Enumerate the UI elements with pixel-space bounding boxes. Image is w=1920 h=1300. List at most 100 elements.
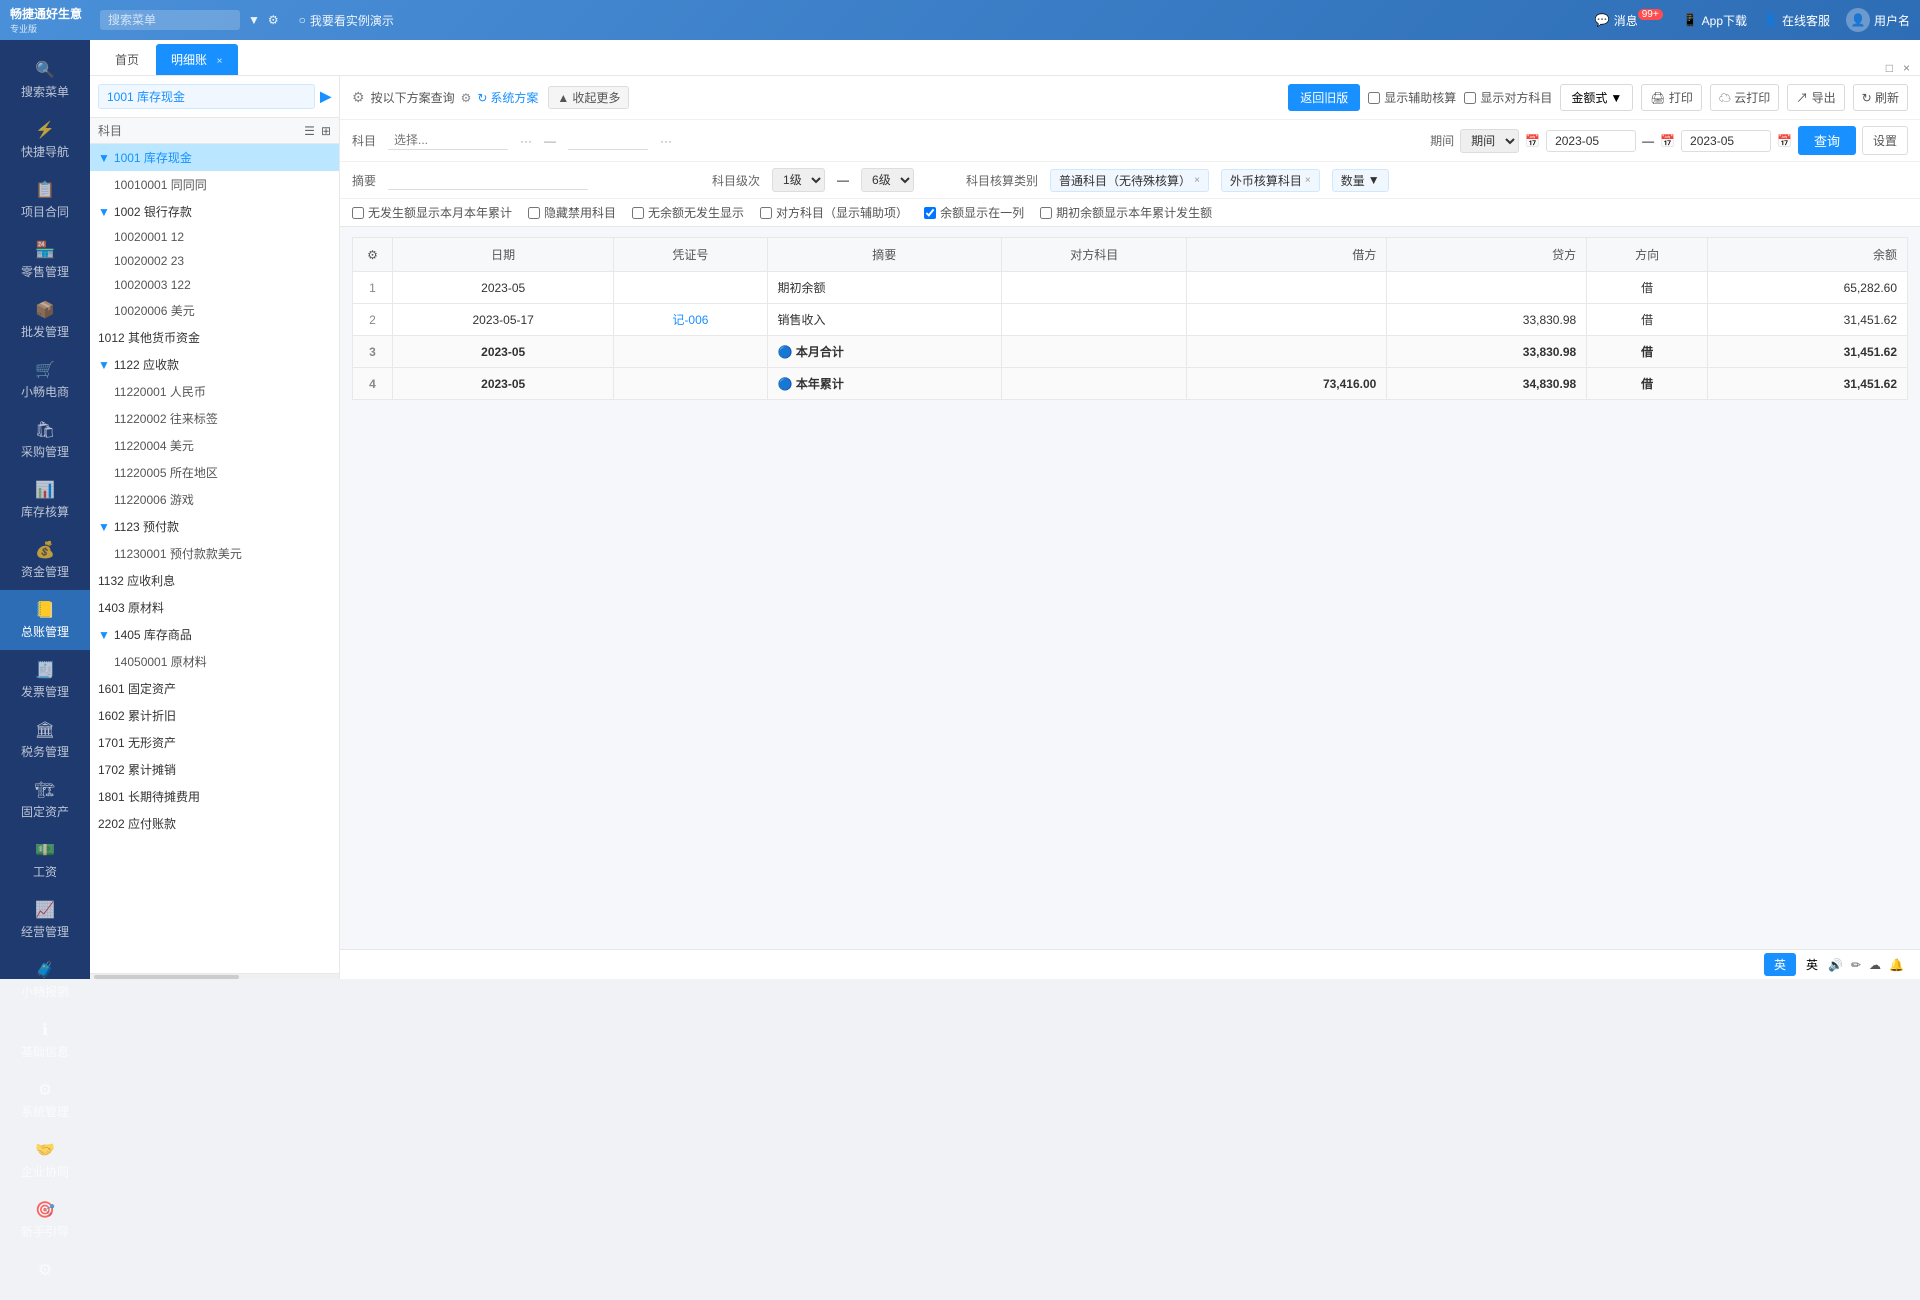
show-opposite-checkbox[interactable]: 显示对方科目 [1464, 89, 1552, 106]
calc-foreign-close-icon[interactable]: × [1305, 175, 1311, 186]
account-item-10010001[interactable]: 10010001 同同同 [90, 171, 339, 198]
account-item-1701[interactable]: 1701 无形资产 [90, 729, 339, 756]
checkbox-hide-disabled[interactable]: 隐藏禁用科目 [528, 204, 616, 221]
sidebar-item-tax-mgmt[interactable]: 🏛 税务管理 [0, 710, 90, 770]
sidebar-item-capital-mgmt[interactable]: 💰 资金管理 [0, 530, 90, 590]
settings-btn[interactable]: 设置 [1862, 126, 1908, 155]
account-item-1601[interactable]: 1601 固定资产 [90, 675, 339, 702]
account-item-11220004[interactable]: 11220004 美元 [90, 432, 339, 459]
account-item-1132[interactable]: 1132 应收利息 [90, 567, 339, 594]
checkbox-no-occur-show[interactable]: 无发生额显示本月本年累计 [352, 204, 512, 221]
query-btn[interactable]: 查询 [1798, 126, 1856, 155]
system-schema-btn[interactable]: ↻ 系统方案 [477, 89, 538, 106]
tab-home[interactable]: 首页 [100, 44, 154, 75]
period-end-input[interactable] [1681, 130, 1771, 152]
export-btn[interactable]: ↗ 导出 [1787, 84, 1844, 111]
calc-normal-close-icon[interactable]: × [1194, 175, 1200, 186]
sidebar-item-enterprise-coop[interactable]: 🤝 企业协同 [0, 1130, 90, 1190]
account-item-1702[interactable]: 1702 累计摊销 [90, 756, 339, 783]
account-item-1801[interactable]: 1801 长期待摊费用 [90, 783, 339, 810]
sidebar-item-payroll[interactable]: 💵 工资 [0, 830, 90, 890]
nav-forward-arrow[interactable]: ▶ [320, 88, 331, 105]
account-item-1123[interactable]: ▼ 1123 预付款 [90, 513, 339, 540]
tree-scrollbar[interactable] [90, 973, 339, 979]
speaker-icon[interactable]: 🔊 [1828, 958, 1843, 972]
show-aux-checkbox[interactable]: 显示辅助核算 [1368, 89, 1456, 106]
account-item-11220001[interactable]: 11220001 人民币 [90, 378, 339, 405]
settings-icon[interactable]: ⚙ [268, 13, 279, 27]
account-item-2202[interactable]: 2202 应付账款 [90, 810, 339, 837]
app-download-btn[interactable]: 📱 App下载 [1683, 12, 1747, 29]
tab-close-window-icon[interactable]: × [1903, 61, 1910, 75]
sidebar-item-inventory[interactable]: 📊 库存核算 [0, 470, 90, 530]
account-item-1405[interactable]: ▼ 1405 库存商品 [90, 621, 339, 648]
account-item-10020002[interactable]: 10020002 23 [90, 249, 339, 273]
account-item-11230001[interactable]: 11230001 预付款款美元 [90, 540, 339, 567]
tab-ledger[interactable]: 明细账 × [156, 44, 237, 75]
sidebar-item-xiaochu-sales[interactable]: 🧳 小畅报销 [0, 950, 90, 1010]
sidebar-item-xiaochu-ecom[interactable]: 🛒 小畅电商 [0, 350, 90, 410]
sidebar-item-accounting[interactable]: 📒 总账管理 [0, 590, 90, 650]
account-item-11220002[interactable]: 11220002 往来标签 [90, 405, 339, 432]
refresh-btn[interactable]: ↻ 刷新 [1853, 84, 1908, 111]
menu-search-input[interactable] [100, 10, 240, 30]
sidebar-item-new-guide[interactable]: 🎯 新手引导 [0, 1190, 90, 1250]
sidebar-item-settings[interactable]: ⚙ [38, 1250, 52, 1290]
summary-input[interactable] [388, 171, 588, 190]
cloud-print-btn[interactable]: ☁ 云打印 [1710, 84, 1779, 111]
cloud-icon[interactable]: ☁ [1869, 958, 1881, 972]
print-btn[interactable]: 🖨 打印 [1641, 84, 1702, 111]
account-item-1001[interactable]: ▼ 1001 库存现金 [90, 144, 339, 171]
schema-gear-icon[interactable]: ⚙ [461, 91, 472, 105]
bell-icon[interactable]: 🔔 [1889, 958, 1904, 972]
return-old-version-btn[interactable]: 返回旧版 [1288, 84, 1360, 111]
subject-level-start-select[interactable]: 1级 [772, 168, 825, 192]
online-service-btn[interactable]: 👤 在线客服 [1763, 12, 1830, 29]
account-item-1002[interactable]: ▼ 1002 银行存款 [90, 198, 339, 225]
tab-close-icon[interactable]: × [217, 56, 223, 67]
lang-btn[interactable]: 英 [1764, 953, 1796, 976]
style-select-btn[interactable]: 金额式 ▼ [1560, 84, 1633, 111]
subject-input-2[interactable] [568, 131, 648, 150]
collapse-more-btn[interactable]: ▲ 收起更多 [548, 86, 629, 109]
expand-icon[interactable]: ⊞ [321, 124, 331, 138]
demo-link[interactable]: ○ 我要看实例演示 [299, 12, 394, 29]
period-type-select[interactable]: 期间 [1460, 129, 1519, 153]
qty-dropdown-icon[interactable]: ▼ [1368, 173, 1380, 187]
sidebar-item-project-contract[interactable]: 📋 项目合同 [0, 170, 90, 230]
account-nav-btn[interactable]: 1001 库存现金 [98, 84, 315, 109]
filter-settings-icon[interactable]: ⚙ [352, 89, 365, 106]
sidebar-item-purchase-mgmt[interactable]: 🛍 采购管理 [0, 410, 90, 470]
account-item-1602[interactable]: 1602 累计折旧 [90, 702, 339, 729]
account-item-1122[interactable]: ▼ 1122 应收款 [90, 351, 339, 378]
sidebar-item-basic-info[interactable]: ℹ 基础信息 [0, 1010, 90, 1070]
voucher-link-2[interactable]: 记-006 [672, 313, 708, 327]
tab-maximize-icon[interactable]: □ [1886, 61, 1893, 75]
account-item-11220005[interactable]: 11220005 所在地区 [90, 459, 339, 486]
sidebar-item-operations[interactable]: 📈 经营管理 [0, 890, 90, 950]
account-item-11220006[interactable]: 11220006 游戏 [90, 486, 339, 513]
list-view-icon[interactable]: ☰ [304, 124, 315, 138]
dropdown-icon[interactable]: ▼ [248, 13, 260, 27]
sidebar-item-fixed-assets[interactable]: 🏗 固定资产 [0, 770, 90, 830]
user-avatar[interactable]: 👤 用户名 [1846, 8, 1910, 32]
sidebar-item-invoice-mgmt[interactable]: 🧾 发票管理 [0, 650, 90, 710]
account-item-1403[interactable]: 1403 原材料 [90, 594, 339, 621]
th-settings[interactable]: ⚙ [353, 238, 393, 272]
account-item-14050001[interactable]: 14050001 原材料 [90, 648, 339, 675]
account-item-10020001[interactable]: 10020001 12 [90, 225, 339, 249]
subject-level-end-select[interactable]: 6级 [861, 168, 914, 192]
row-voucher-2[interactable]: 记-006 [614, 304, 767, 336]
account-item-10020003[interactable]: 10020003 122 [90, 273, 339, 297]
sidebar-item-wholesale-mgmt[interactable]: 📦 批发管理 [0, 290, 90, 350]
subject-input[interactable] [388, 131, 508, 150]
checkbox-opening-show[interactable]: 期初余额显示本年累计发生额 [1040, 204, 1212, 221]
sidebar-item-quick-nav[interactable]: ⚡ 快捷导航 [0, 110, 90, 170]
message-btn[interactable]: 💬 消息 99+ [1595, 12, 1667, 29]
edit-icon[interactable]: ✏ [1851, 958, 1861, 972]
sidebar-item-retail-mgmt[interactable]: 🏪 零售管理 [0, 230, 90, 290]
period-start-input[interactable] [1546, 130, 1636, 152]
checkbox-opposite-show[interactable]: 对方科目（显示辅助项） [760, 204, 908, 221]
account-item-10020006[interactable]: 10020006 美元 [90, 297, 339, 324]
checkbox-balance-one-col[interactable]: 余额显示在一列 [924, 204, 1024, 221]
